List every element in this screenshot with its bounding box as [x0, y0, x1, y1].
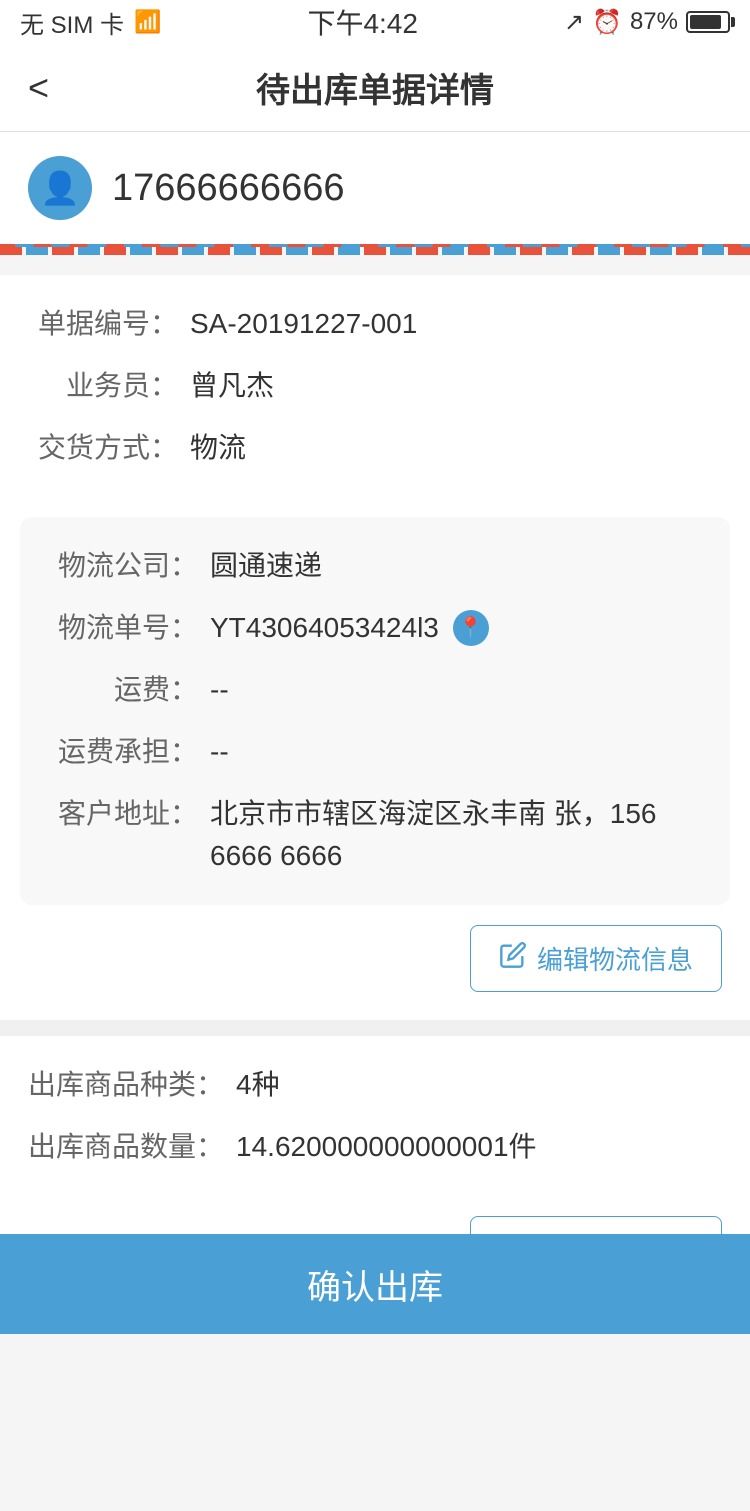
tracking-label: 物流单号： [48, 607, 198, 649]
salesperson-row: 业务员： 曾凡杰 [28, 365, 722, 407]
goods-types-value: 4种 [236, 1064, 722, 1106]
confirm-bar[interactable]: 确认出库 [0, 1234, 750, 1334]
tracking-value: YT43064053424l3 📍 [210, 607, 702, 649]
tracking-number: YT43064053424l3 [210, 607, 439, 649]
nav-bar: < 待出库单据详情 [0, 44, 750, 132]
confirm-button-label: 确认出库 [307, 1260, 443, 1309]
address-value: 北京市市辖区海淀区永丰南 张，156 6666 6666 [210, 793, 702, 877]
customer-phone: 17666666666 [112, 167, 344, 210]
edit-icon [499, 941, 527, 976]
dashed-divider [0, 247, 750, 255]
edit-logistics-button[interactable]: 编辑物流信息 [470, 925, 722, 992]
alarm-icon: ⏰ [592, 8, 622, 37]
battery-fill [690, 15, 721, 29]
delivery-label: 交货方式： [28, 427, 178, 469]
carrier-label: 无 SIM 卡 [20, 5, 124, 40]
page-title: 待出库单据详情 [256, 63, 494, 112]
salesperson-label: 业务员： [28, 365, 178, 407]
customer-header: 👤 17666666666 [0, 132, 750, 247]
order-number-label: 单据编号： [28, 303, 178, 345]
address-row: 客户地址： 北京市市辖区海淀区永丰南 张，156 6666 6666 [48, 793, 702, 877]
salesperson-value: 曾凡杰 [190, 365, 722, 407]
delivery-value: 物流 [190, 427, 722, 469]
time-label: 下午4:42 [307, 2, 418, 42]
goods-quantity-row: 出库商品数量： 14.620000000000001件 [28, 1126, 722, 1168]
avatar-icon: 👤 [40, 169, 80, 207]
goods-section: 出库商品种类： 4种 出库商品数量： 14.620000000000001件 [0, 1036, 750, 1196]
freight-bearer-row: 运费承担： -- [48, 731, 702, 773]
freight-bearer-value: -- [210, 731, 702, 773]
freight-value: -- [210, 669, 702, 711]
delivery-row: 交货方式： 物流 [28, 427, 722, 469]
order-number-value: SA-20191227-001 [190, 303, 722, 345]
bottom-spacer [0, 1311, 750, 1511]
tracking-row: 物流单号： YT43064053424l3 📍 [48, 607, 702, 649]
edit-logistics-label: 编辑物流信息 [537, 940, 693, 977]
logistics-company-row: 物流公司： 圆通速递 [48, 545, 702, 587]
goods-types-row: 出库商品种类： 4种 [28, 1064, 722, 1106]
back-button[interactable]: < [28, 67, 49, 109]
logistics-company-label: 物流公司： [48, 545, 198, 587]
battery-icon [686, 11, 730, 33]
status-left: 无 SIM 卡 📶 [20, 5, 161, 40]
logistics-wrapper: 物流公司： 圆通速递 物流单号： YT43064053424l3 📍 运费： -… [0, 497, 750, 1020]
logistics-company-value: 圆通速递 [210, 545, 702, 587]
freight-bearer-label: 运费承担： [48, 731, 198, 773]
status-bar: 无 SIM 卡 📶 下午4:42 ↗ ⏰ 87% [0, 0, 750, 44]
logistics-card: 物流公司： 圆通速递 物流单号： YT43064053424l3 📍 运费： -… [20, 517, 730, 905]
goods-types-label: 出库商品种类： [28, 1064, 224, 1106]
order-info-section: 单据编号： SA-20191227-001 业务员： 曾凡杰 交货方式： 物流 [0, 275, 750, 497]
location-icon: ↗ [564, 8, 584, 37]
avatar: 👤 [28, 156, 92, 220]
edit-logistics-container: 编辑物流信息 [0, 905, 750, 1020]
address-label: 客户地址： [48, 793, 198, 835]
goods-quantity-value: 14.620000000000001件 [236, 1126, 722, 1168]
status-right: ↗ ⏰ 87% [564, 8, 730, 37]
freight-label: 运费： [48, 669, 198, 711]
goods-quantity-label: 出库商品数量： [28, 1126, 224, 1168]
section-separator-1 [0, 1020, 750, 1036]
order-number-row: 单据编号： SA-20191227-001 [28, 303, 722, 345]
battery-percent: 87% [630, 8, 678, 36]
freight-row: 运费： -- [48, 669, 702, 711]
wifi-icon: 📶 [134, 9, 161, 35]
tracking-location-icon[interactable]: 📍 [453, 610, 489, 646]
